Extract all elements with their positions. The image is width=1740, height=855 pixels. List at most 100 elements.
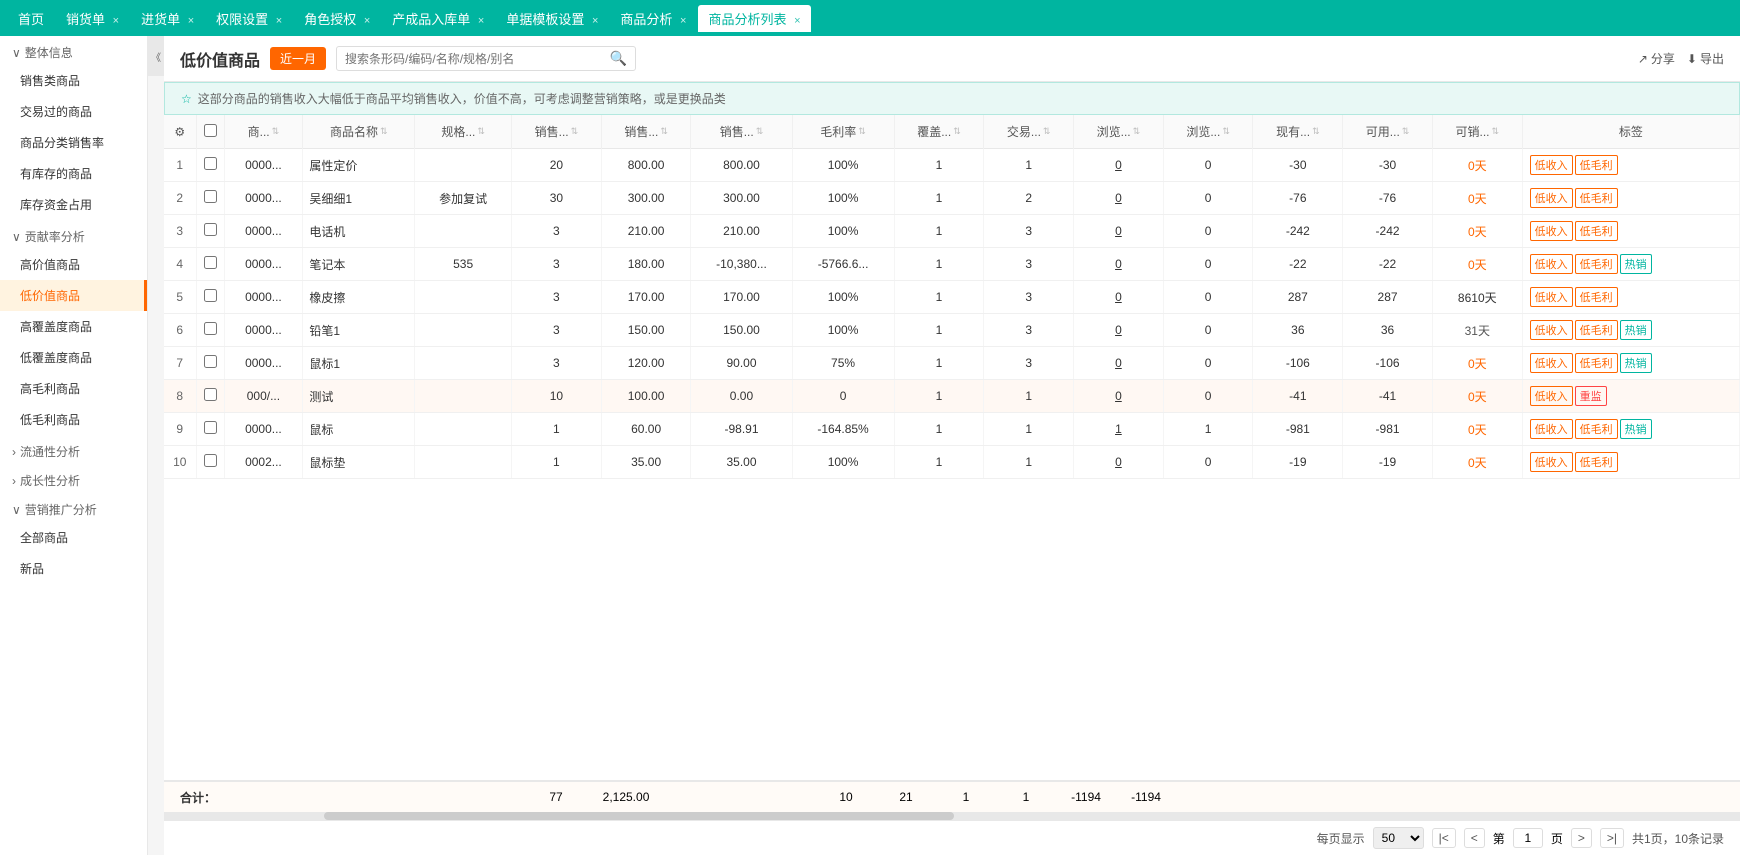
row-checkbox[interactable] bbox=[204, 256, 217, 269]
cell-check[interactable] bbox=[196, 380, 224, 413]
nav-analysis-list[interactable]: 商品分析列表 × bbox=[698, 5, 810, 32]
col-check[interactable] bbox=[196, 115, 224, 149]
row-checkbox[interactable] bbox=[204, 355, 217, 368]
tag-label: 低毛利 bbox=[1575, 353, 1618, 373]
sidebar-item-all-goods[interactable]: 全部商品 bbox=[0, 522, 147, 553]
sidebar-item-category-rate[interactable]: 商品分类销售率 bbox=[0, 127, 147, 158]
cell-available: 36 bbox=[1343, 314, 1433, 347]
cell-check[interactable] bbox=[196, 347, 224, 380]
tag-label: 低毛利 bbox=[1575, 188, 1618, 208]
cell-browse1[interactable]: 0 bbox=[1074, 380, 1164, 413]
sidebar-group-growth[interactable]: › 成长性分析 bbox=[0, 464, 147, 493]
sidebar-group-contribution[interactable]: ∨ 贡献率分析 bbox=[0, 220, 147, 249]
cell-check[interactable] bbox=[196, 182, 224, 215]
page-last-button[interactable]: >| bbox=[1600, 828, 1624, 848]
row-checkbox[interactable] bbox=[204, 388, 217, 401]
sidebar-item-high-value[interactable]: 高价值商品 bbox=[0, 249, 147, 280]
browse1-link[interactable]: 0 bbox=[1115, 389, 1122, 403]
sidebar-item-low-coverage[interactable]: 低覆盖度商品 bbox=[0, 342, 147, 373]
nav-products[interactable]: 产成品入库单 × bbox=[382, 5, 494, 32]
sidebar-item-stock-goods[interactable]: 有库存的商品 bbox=[0, 158, 147, 189]
cell-check[interactable] bbox=[196, 149, 224, 182]
browse1-link[interactable]: 0 bbox=[1115, 257, 1122, 271]
sidebar-item-stock-fund[interactable]: 库存资金占用 bbox=[0, 189, 147, 220]
sidebar-item-low-value[interactable]: 低价值商品 bbox=[0, 280, 147, 311]
browse1-link[interactable]: 0 bbox=[1115, 323, 1122, 337]
row-checkbox[interactable] bbox=[204, 322, 217, 335]
cell-browse1[interactable]: 0 bbox=[1074, 446, 1164, 479]
page-size-select[interactable]: 50 100 bbox=[1373, 827, 1424, 849]
select-all-checkbox[interactable] bbox=[204, 124, 217, 137]
filter-recent-month-button[interactable]: 近一月 bbox=[270, 47, 326, 70]
nav-sales[interactable]: 销货单 × bbox=[56, 5, 129, 32]
cell-check[interactable] bbox=[196, 248, 224, 281]
page-input[interactable] bbox=[1513, 828, 1543, 848]
nav-roles[interactable]: 角色授权 × bbox=[294, 5, 380, 32]
browse1-link[interactable]: 1 bbox=[1115, 422, 1122, 436]
row-checkbox[interactable] bbox=[204, 223, 217, 236]
sidebar-item-new-goods[interactable]: 新品 bbox=[0, 553, 147, 584]
pagination-bar: 每页显示 50 100 |< < 第 页 > >| 共1页，10条记录 bbox=[164, 820, 1740, 855]
browse1-link[interactable]: 0 bbox=[1115, 290, 1122, 304]
cell-stock: -106 bbox=[1253, 347, 1343, 380]
export-button[interactable]: ⬇ 导出 bbox=[1687, 50, 1724, 67]
col-settings[interactable]: ⚙ bbox=[164, 115, 196, 149]
row-checkbox[interactable] bbox=[204, 421, 217, 434]
cell-check[interactable] bbox=[196, 314, 224, 347]
cell-trans: 3 bbox=[984, 215, 1074, 248]
cell-gross-rate: -5766.6... bbox=[792, 248, 894, 281]
row-checkbox[interactable] bbox=[204, 190, 217, 203]
search-icon[interactable]: 🔍 bbox=[610, 50, 627, 67]
cell-check[interactable] bbox=[196, 413, 224, 446]
cell-browse1[interactable]: 0 bbox=[1074, 149, 1164, 182]
share-button[interactable]: ↗ 分享 bbox=[1638, 50, 1675, 67]
tag-label: 低收入 bbox=[1530, 452, 1573, 472]
cell-browse1[interactable]: 0 bbox=[1074, 314, 1164, 347]
days-value: 0天 bbox=[1468, 423, 1487, 437]
cell-browse1[interactable]: 0 bbox=[1074, 347, 1164, 380]
cell-sales-avg: -98.91 bbox=[691, 413, 792, 446]
cell-check[interactable] bbox=[196, 446, 224, 479]
nav-home[interactable]: 首页 bbox=[8, 5, 54, 32]
days-value: 31天 bbox=[1465, 324, 1490, 338]
sidebar-collapse-button[interactable]: 《 bbox=[148, 36, 164, 76]
nav-purchase[interactable]: 进货单 × bbox=[131, 5, 204, 32]
nav-permissions[interactable]: 权限设置 × bbox=[206, 5, 292, 32]
sidebar-group-circulation[interactable]: › 流通性分析 bbox=[0, 435, 147, 464]
cell-tags: 低收入重监 bbox=[1522, 380, 1739, 413]
browse1-link[interactable]: 0 bbox=[1115, 191, 1122, 205]
cell-gross-rate: 75% bbox=[792, 347, 894, 380]
cell-coverage: 1 bbox=[894, 182, 984, 215]
sidebar-item-high-margin[interactable]: 高毛利商品 bbox=[0, 373, 147, 404]
sidebar-item-traded-goods[interactable]: 交易过的商品 bbox=[0, 96, 147, 127]
row-checkbox[interactable] bbox=[204, 157, 217, 170]
browse1-link[interactable]: 0 bbox=[1115, 455, 1122, 469]
cell-browse1[interactable]: 0 bbox=[1074, 281, 1164, 314]
days-value: 0天 bbox=[1468, 225, 1487, 239]
cell-browse1[interactable]: 0 bbox=[1074, 248, 1164, 281]
cell-check[interactable] bbox=[196, 215, 224, 248]
browse1-link[interactable]: 0 bbox=[1115, 224, 1122, 238]
cell-code: 0002... bbox=[224, 446, 303, 479]
row-checkbox[interactable] bbox=[204, 289, 217, 302]
browse1-link[interactable]: 0 bbox=[1115, 356, 1122, 370]
page-first-button[interactable]: |< bbox=[1432, 828, 1456, 848]
page-next-button[interactable]: > bbox=[1571, 828, 1592, 848]
cell-stock: 287 bbox=[1253, 281, 1343, 314]
nav-analysis[interactable]: 商品分析 × bbox=[610, 5, 696, 32]
sidebar-item-high-coverage[interactable]: 高覆盖度商品 bbox=[0, 311, 147, 342]
sidebar-item-low-margin[interactable]: 低毛利商品 bbox=[0, 404, 147, 435]
cell-browse1[interactable]: 1 bbox=[1074, 413, 1164, 446]
cell-browse1[interactable]: 0 bbox=[1074, 182, 1164, 215]
page-prev-button[interactable]: < bbox=[1464, 828, 1485, 848]
cell-check[interactable] bbox=[196, 281, 224, 314]
cell-browse1[interactable]: 0 bbox=[1074, 215, 1164, 248]
browse1-link[interactable]: 0 bbox=[1115, 158, 1122, 172]
sidebar-group-overall[interactable]: ∨ 整体信息 bbox=[0, 36, 147, 65]
row-checkbox[interactable] bbox=[204, 454, 217, 467]
sidebar-group-marketing[interactable]: ∨ 营销推广分析 bbox=[0, 493, 147, 522]
search-input[interactable] bbox=[345, 52, 606, 66]
footer-coverage: 10 bbox=[816, 788, 876, 806]
nav-templates[interactable]: 单据模板设置 × bbox=[496, 5, 608, 32]
sidebar-item-sales-goods[interactable]: 销售类商品 bbox=[0, 65, 147, 96]
